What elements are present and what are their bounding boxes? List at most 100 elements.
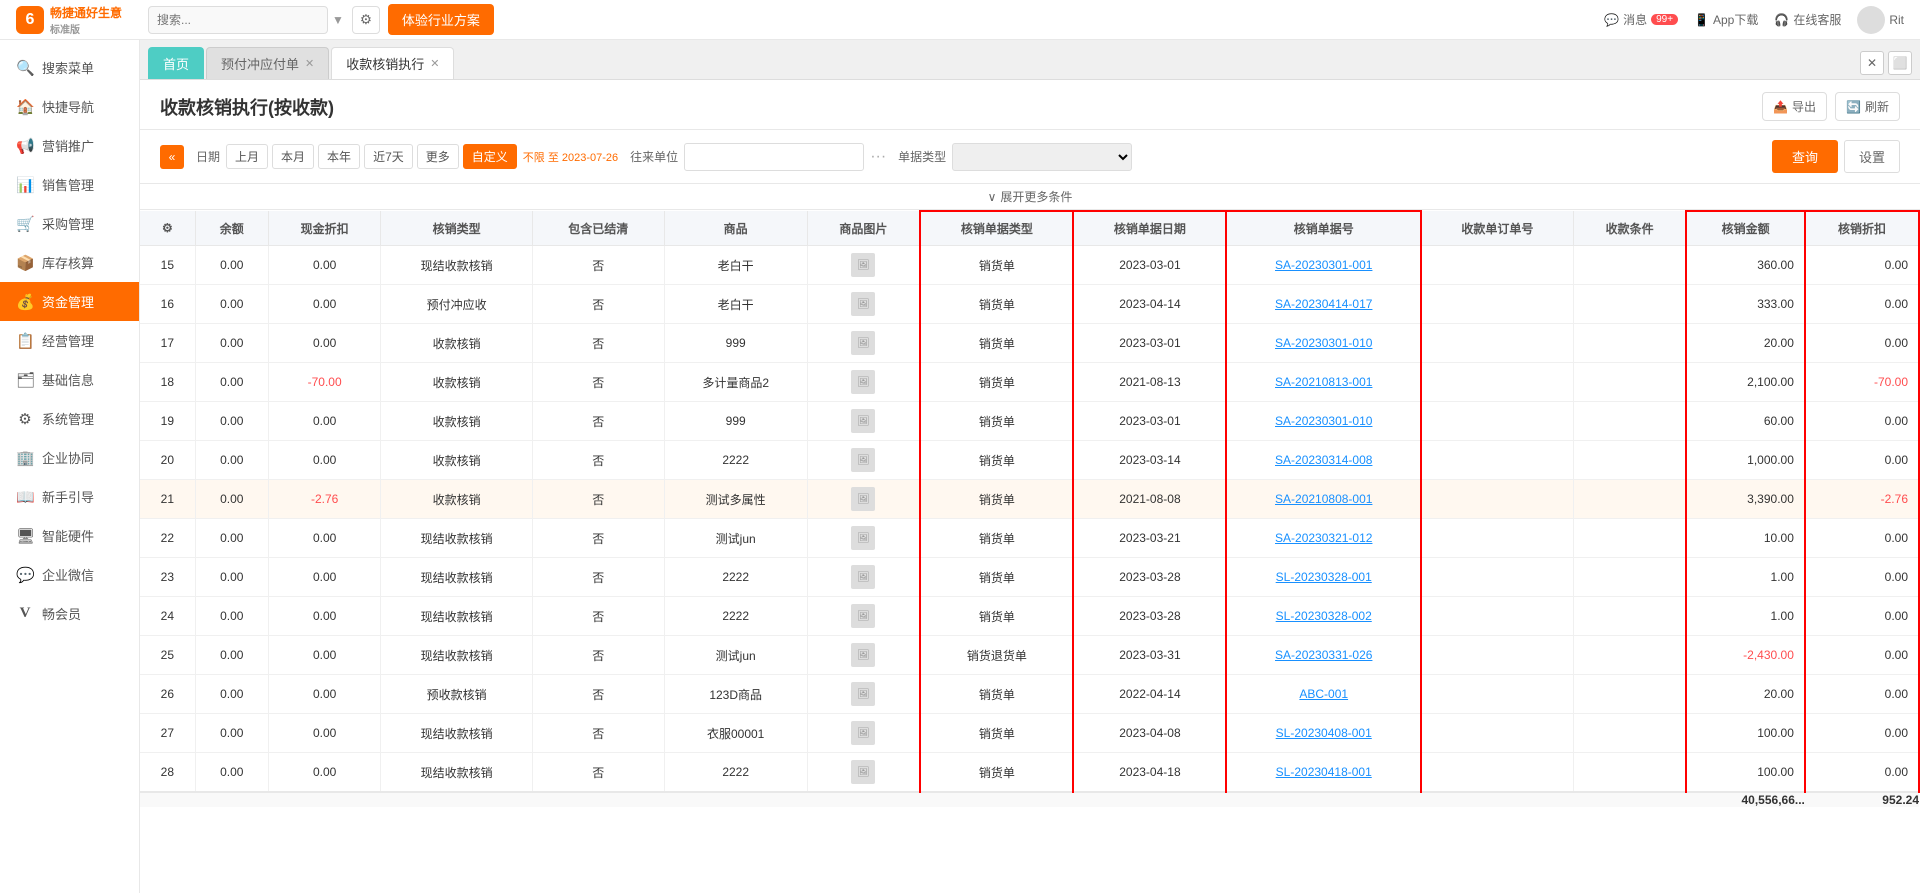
message-button[interactable]: 💬 消息 99+ bbox=[1604, 11, 1678, 28]
from-input[interactable] bbox=[684, 143, 864, 171]
sidebar-item-guide[interactable]: 📖 新手引导 bbox=[0, 477, 139, 516]
date-btn-this-month[interactable]: 本月 bbox=[272, 144, 314, 169]
sidebar-item-basic-info[interactable]: 🗂 基础信息 bbox=[0, 360, 139, 399]
cell-collection-order-no bbox=[1421, 675, 1573, 714]
voucher-no-link[interactable]: SL-20230408-001 bbox=[1276, 726, 1372, 740]
cell-voucher-type: 销货退货单 bbox=[920, 636, 1073, 675]
cell-verify-discount: -2.76 bbox=[1805, 480, 1919, 519]
sidebar-item-system[interactable]: ⚙ 系统管理 bbox=[0, 399, 139, 438]
export-button[interactable]: 📤 导出 bbox=[1762, 92, 1827, 121]
voucher-no-link[interactable]: SA-20210813-001 bbox=[1275, 375, 1372, 389]
table-row: 20 0.00 0.00 收款核销 否 2222 🖼 销货单 2023-03-1… bbox=[140, 441, 1919, 480]
cell-verify-type: 现结收款核销 bbox=[381, 246, 532, 285]
voucher-no-link[interactable]: SA-20230414-017 bbox=[1275, 297, 1372, 311]
voucher-no-link[interactable]: SL-20230328-002 bbox=[1276, 609, 1372, 623]
sidebar-item-inventory[interactable]: 📦 库存核算 bbox=[0, 243, 139, 282]
voucher-no-link[interactable]: SA-20230301-001 bbox=[1275, 258, 1372, 272]
expand-more-button[interactable]: ∨ 展开更多条件 bbox=[988, 188, 1073, 205]
filter-collapse-button[interactable]: « bbox=[160, 145, 184, 169]
setting-button[interactable]: 设置 bbox=[1844, 140, 1900, 173]
table-row: 25 0.00 0.00 现结收款核销 否 测试jun 🖼 销货退货单 2023… bbox=[140, 636, 1919, 675]
table-row: 24 0.00 0.00 现结收款核销 否 2222 🖼 销货单 2023-03… bbox=[140, 597, 1919, 636]
avatar bbox=[1857, 6, 1885, 34]
refresh-button[interactable]: 🔄 刷新 bbox=[1835, 92, 1900, 121]
gear-button[interactable]: ⚙ bbox=[352, 6, 380, 34]
voucher-no-link[interactable]: SA-20230301-010 bbox=[1275, 414, 1372, 428]
cell-balance: 0.00 bbox=[195, 558, 268, 597]
sidebar: 🔍 搜索菜单 🏠 快捷导航 📢 营销推广 📊 销售管理 🛒 采购管理 📦 库存核… bbox=[0, 40, 140, 893]
cell-product-image: 🖼 bbox=[807, 519, 920, 558]
voucher-no-link[interactable]: SL-20230418-001 bbox=[1276, 765, 1372, 779]
sidebar-item-sales[interactable]: 📊 销售管理 bbox=[0, 165, 139, 204]
cell-verify-amount: 10.00 bbox=[1686, 519, 1804, 558]
cell-include-settled: 否 bbox=[532, 285, 664, 324]
date-btn-7days[interactable]: 近7天 bbox=[364, 144, 413, 169]
voucher-no-link[interactable]: SA-20230314-008 bbox=[1275, 453, 1372, 467]
industry-button[interactable]: 体验行业方案 bbox=[388, 4, 494, 35]
table-row: 27 0.00 0.00 现结收款核销 否 衣服00001 🖼 销货单 2023… bbox=[140, 714, 1919, 753]
app-download-button[interactable]: 📱 App下载 bbox=[1694, 11, 1758, 28]
search-input[interactable] bbox=[148, 6, 328, 34]
cell-verify-discount: 0.00 bbox=[1805, 558, 1919, 597]
sidebar-item-operations[interactable]: 📋 经营管理 bbox=[0, 321, 139, 360]
cell-balance: 0.00 bbox=[195, 363, 268, 402]
cell-include-settled: 否 bbox=[532, 558, 664, 597]
sidebar-item-label: 采购管理 bbox=[42, 214, 94, 233]
sidebar-item-purchase[interactable]: 🛒 采购管理 bbox=[0, 204, 139, 243]
tab-prepay-close-icon[interactable]: ✕ bbox=[305, 57, 314, 70]
voucher-type-select[interactable] bbox=[952, 143, 1132, 171]
tab-home[interactable]: 首页 bbox=[148, 47, 204, 79]
date-btn-more[interactable]: 更多 bbox=[417, 144, 459, 169]
voucher-no-link[interactable]: ABC-001 bbox=[1299, 687, 1348, 701]
top-bar-center: ▼ ⚙ 体验行业方案 bbox=[148, 4, 1592, 35]
sidebar-item-marketing[interactable]: 📢 营销推广 bbox=[0, 126, 139, 165]
tab-maximize-button[interactable]: ⬜ bbox=[1888, 51, 1912, 75]
sidebar-item-enterprise[interactable]: 🏢 企业协同 bbox=[0, 438, 139, 477]
sidebar-item-search-menu[interactable]: 🔍 搜索菜单 bbox=[0, 48, 139, 87]
cell-verify-discount: 0.00 bbox=[1805, 246, 1919, 285]
cell-verify-discount: 0.00 bbox=[1805, 402, 1919, 441]
sidebar-item-label: 销售管理 bbox=[42, 175, 94, 194]
sidebar-item-hardware[interactable]: 🖥 智能硬件 bbox=[0, 516, 139, 555]
sidebar-item-wechat[interactable]: 💬 企业微信 bbox=[0, 555, 139, 594]
cell-cash-discount: 0.00 bbox=[268, 324, 380, 363]
cell-include-settled: 否 bbox=[532, 753, 664, 793]
voucher-no-link[interactable]: SA-20230321-012 bbox=[1275, 531, 1372, 545]
service-button[interactable]: 🎧 在线客服 bbox=[1774, 11, 1841, 28]
sidebar-item-member[interactable]: V 畅会员 bbox=[0, 594, 139, 633]
cell-verify-discount: 0.00 bbox=[1805, 714, 1919, 753]
cell-product-image: 🖼 bbox=[807, 480, 920, 519]
voucher-no-link[interactable]: SA-20210808-001 bbox=[1275, 492, 1372, 506]
date-btn-custom[interactable]: 自定义 bbox=[463, 144, 517, 169]
cell-product: 2222 bbox=[664, 558, 807, 597]
sidebar-item-label: 畅会员 bbox=[42, 604, 81, 623]
table-row: 23 0.00 0.00 现结收款核销 否 2222 🖼 销货单 2023-03… bbox=[140, 558, 1919, 597]
cell-balance: 0.00 bbox=[195, 285, 268, 324]
cell-product: 老白干 bbox=[664, 285, 807, 324]
dropdown-arrow-icon[interactable]: ▼ bbox=[332, 13, 344, 27]
tab-close-button[interactable]: ✕ bbox=[1860, 51, 1884, 75]
user-area[interactable]: Rit bbox=[1857, 6, 1904, 34]
voucher-no-link[interactable]: SA-20230301-010 bbox=[1275, 336, 1372, 350]
cell-row-num: 17 bbox=[140, 324, 195, 363]
sidebar-item-finance[interactable]: 💰 资金管理 bbox=[0, 282, 139, 321]
cell-voucher-date: 2021-08-13 bbox=[1073, 363, 1226, 402]
date-btn-last-month[interactable]: 上月 bbox=[226, 144, 268, 169]
cell-voucher-date: 2023-03-01 bbox=[1073, 324, 1226, 363]
tab-prepay[interactable]: 预付冲应付单 ✕ bbox=[206, 47, 329, 79]
settings-col-icon[interactable]: ⚙ bbox=[162, 221, 173, 235]
cell-voucher-no: SL-20230418-001 bbox=[1226, 753, 1420, 793]
voucher-no-link[interactable]: SA-20230331-026 bbox=[1275, 648, 1372, 662]
page-content: 收款核销执行(按收款) 📤 导出 🔄 刷新 « 日期 bbox=[140, 80, 1920, 893]
tab-collection-label: 收款核销执行 bbox=[346, 54, 424, 73]
tab-collection-close-icon[interactable]: ✕ bbox=[430, 57, 439, 70]
inventory-icon: 📦 bbox=[16, 254, 34, 272]
cell-include-settled: 否 bbox=[532, 675, 664, 714]
cell-row-num: 23 bbox=[140, 558, 195, 597]
query-button[interactable]: 查询 bbox=[1772, 140, 1838, 173]
tab-collection[interactable]: 收款核销执行 ✕ bbox=[331, 47, 454, 79]
cell-include-settled: 否 bbox=[532, 402, 664, 441]
sidebar-item-quick-nav[interactable]: 🏠 快捷导航 bbox=[0, 87, 139, 126]
voucher-no-link[interactable]: SL-20230328-001 bbox=[1276, 570, 1372, 584]
date-btn-this-year[interactable]: 本年 bbox=[318, 144, 360, 169]
